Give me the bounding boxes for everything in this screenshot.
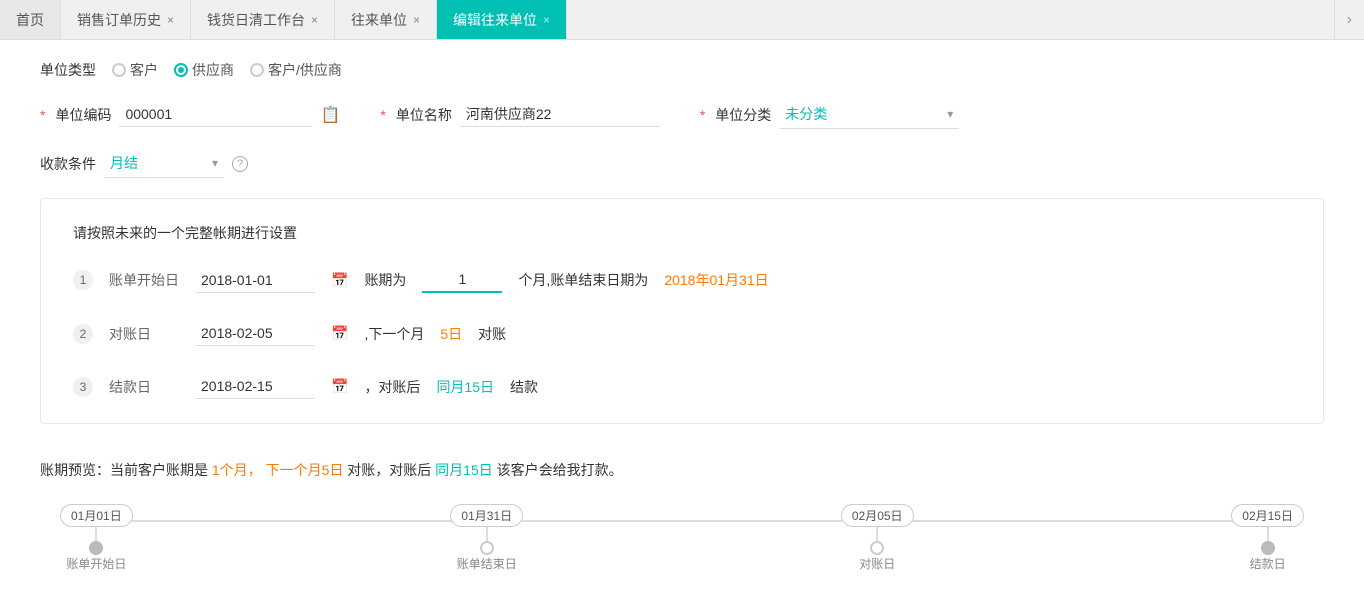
timeline-point-0: 01月01日 账单开始日 <box>60 504 133 572</box>
setting-highlight-3: 同月15日 <box>436 377 494 397</box>
settings-title: 请按照未来的一个完整帐期进行设置 <box>73 223 1291 243</box>
tab-counterparty[interactable]: 往来单位 × <box>335 0 437 39</box>
payment-terms-arrow: ▾ <box>212 156 218 170</box>
radio-both-circle <box>250 63 264 77</box>
tab-bar: 首页 销售订单历史 × 钱货日清工作台 × 往来单位 × 编辑往来单位 × › <box>0 0 1364 40</box>
tab-edit-counterparty-close[interactable]: × <box>543 13 550 27</box>
preview-prefix: 账期预览：当前客户账期是 <box>40 462 208 478</box>
unit-name-input[interactable] <box>460 102 660 127</box>
payment-terms-select[interactable]: 月结 ▾ <box>104 149 224 178</box>
setting-label-3: 结款日 <box>109 377 179 397</box>
preview-section: 账期预览：当前客户账期是 1个月， 下一个月5日 对账，对账后 同月15日 该客… <box>40 444 1324 572</box>
setting-suffix-post-2: 对账 <box>478 324 506 344</box>
unit-code-group: * 单位编码 📋 <box>40 102 340 127</box>
setting-label-2: 对账日 <box>109 324 179 344</box>
unit-type-row: 单位类型 客户 供应商 客户/供应商 <box>40 60 1324 80</box>
unit-category-group: * 单位分类 未分类 ▾ <box>700 100 959 129</box>
tab-sales-history[interactable]: 销售订单历史 × <box>61 0 191 39</box>
calendar-icon-2[interactable]: 📅 <box>331 325 348 342</box>
settings-box: 请按照未来的一个完整帐期进行设置 1 账单开始日 📅 账期为 个月,账单结束日期… <box>40 198 1324 424</box>
timeline-label-0: 账单开始日 <box>66 555 126 572</box>
timeline-points: 01月01日 账单开始日 01月31日 账单结束日 02月05日 对账日 <box>60 504 1304 572</box>
setting-date-3[interactable] <box>195 374 315 399</box>
setting-row-1: 1 账单开始日 📅 账期为 个月,账单结束日期为 2018年01月31日 <box>73 267 1291 293</box>
tab-cash-work-close[interactable]: × <box>311 13 318 27</box>
tab-edit-counterparty[interactable]: 编辑往来单位 × <box>437 0 567 39</box>
unit-code-copy-icon[interactable]: 📋 <box>320 105 340 125</box>
timeline-badge-0: 01月01日 <box>60 504 133 527</box>
tab-more-arrow[interactable]: › <box>1334 0 1364 39</box>
timeline-label-2: 对账日 <box>859 555 895 572</box>
preview-part3: 同月15日 <box>435 462 493 478</box>
main-content: 单位类型 客户 供应商 客户/供应商 * 单位编码 📋 * 单位名称 <box>0 40 1364 608</box>
radio-both[interactable]: 客户/供应商 <box>250 60 342 80</box>
unit-code-input[interactable] <box>119 102 312 127</box>
period-input[interactable] <box>422 267 502 293</box>
payment-terms-row: 收款条件 月结 ▾ ? <box>40 149 1324 178</box>
setting-row-2: 2 对账日 📅 ,下一个月 5日 对账 <box>73 321 1291 346</box>
timeline-dot-2 <box>870 541 884 555</box>
unit-category-arrow: ▾ <box>947 107 953 121</box>
preview-suffix: 该客户会给我打款。 <box>497 462 623 478</box>
timeline-point-2: 02月05日 对账日 <box>841 504 914 572</box>
setting-num-2: 2 <box>73 324 93 344</box>
setting-highlight-2: 5日 <box>440 324 462 344</box>
preview-part1: 1个月， <box>212 462 262 478</box>
unit-category-label: 单位分类 <box>715 105 771 125</box>
timeline-label-1: 账单结束日 <box>457 555 517 572</box>
radio-supplier[interactable]: 供应商 <box>174 60 234 80</box>
setting-end-date-1: 2018年01月31日 <box>664 270 768 290</box>
setting-suffix-pre-2: ,下一个月 <box>364 324 424 344</box>
setting-num-1: 1 <box>73 270 93 290</box>
calendar-icon-1[interactable]: 📅 <box>331 272 348 289</box>
unit-category-star: * <box>700 107 705 123</box>
tab-home[interactable]: 首页 <box>0 0 61 39</box>
preview-text: 账期预览：当前客户账期是 1个月， 下一个月5日 对账，对账后 同月15日 该客… <box>40 460 1324 480</box>
setting-label-1: 账单开始日 <box>109 270 179 290</box>
unit-category-select[interactable]: 未分类 ▾ <box>779 100 959 129</box>
tab-sales-history-close[interactable]: × <box>167 13 174 27</box>
timeline-badge-2: 02月05日 <box>841 504 914 527</box>
unit-code-label: 单位编码 <box>55 105 111 125</box>
payment-terms-label: 收款条件 <box>40 154 96 174</box>
unit-type-label: 单位类型 <box>40 60 96 80</box>
timeline-dot-1 <box>480 541 494 555</box>
timeline-point-1: 01月31日 账单结束日 <box>450 504 523 572</box>
timeline-badge-3: 02月15日 <box>1231 504 1304 527</box>
timeline: 01月01日 账单开始日 01月31日 账单结束日 02月05日 对账日 <box>40 504 1324 572</box>
unit-category-value: 未分类 <box>785 104 943 124</box>
unit-info-row: * 单位编码 📋 * 单位名称 * 单位分类 未分类 ▾ <box>40 100 1324 129</box>
timeline-dot-3 <box>1261 541 1275 555</box>
preview-middle: 对账，对账后 <box>347 462 431 478</box>
timeline-label-3: 结款日 <box>1250 555 1286 572</box>
timeline-badge-1: 01月31日 <box>450 504 523 527</box>
radio-customer[interactable]: 客户 <box>112 60 158 80</box>
unit-name-group: * 单位名称 <box>380 102 659 127</box>
setting-suffix-post-1: 个月,账单结束日期为 <box>518 270 648 290</box>
setting-date-1[interactable] <box>195 268 315 293</box>
calendar-icon-3[interactable]: 📅 <box>331 378 348 395</box>
setting-num-3: 3 <box>73 377 93 397</box>
setting-row-3: 3 结款日 📅 ，对账后 同月15日 结款 <box>73 374 1291 399</box>
tab-counterparty-close[interactable]: × <box>413 13 420 27</box>
tab-cash-work[interactable]: 钱货日清工作台 × <box>191 0 335 39</box>
payment-terms-value: 月结 <box>110 153 208 173</box>
setting-suffix-post-3: 结款 <box>510 377 538 397</box>
setting-date-2[interactable] <box>195 321 315 346</box>
setting-suffix-pre-3: ，对账后 <box>364 377 420 397</box>
unit-type-radio-group: 客户 供应商 客户/供应商 <box>112 60 342 80</box>
unit-name-star: * <box>380 107 385 123</box>
unit-code-star: * <box>40 107 45 123</box>
setting-suffix-pre-1: 账期为 <box>364 270 406 290</box>
timeline-point-3: 02月15日 结款日 <box>1231 504 1304 572</box>
preview-part2: 下一个月5日 <box>266 462 344 478</box>
radio-supplier-circle <box>174 63 188 77</box>
radio-customer-circle <box>112 63 126 77</box>
timeline-dot-0 <box>89 541 103 555</box>
payment-terms-help-icon[interactable]: ? <box>232 156 248 172</box>
unit-name-label: 单位名称 <box>396 105 452 125</box>
